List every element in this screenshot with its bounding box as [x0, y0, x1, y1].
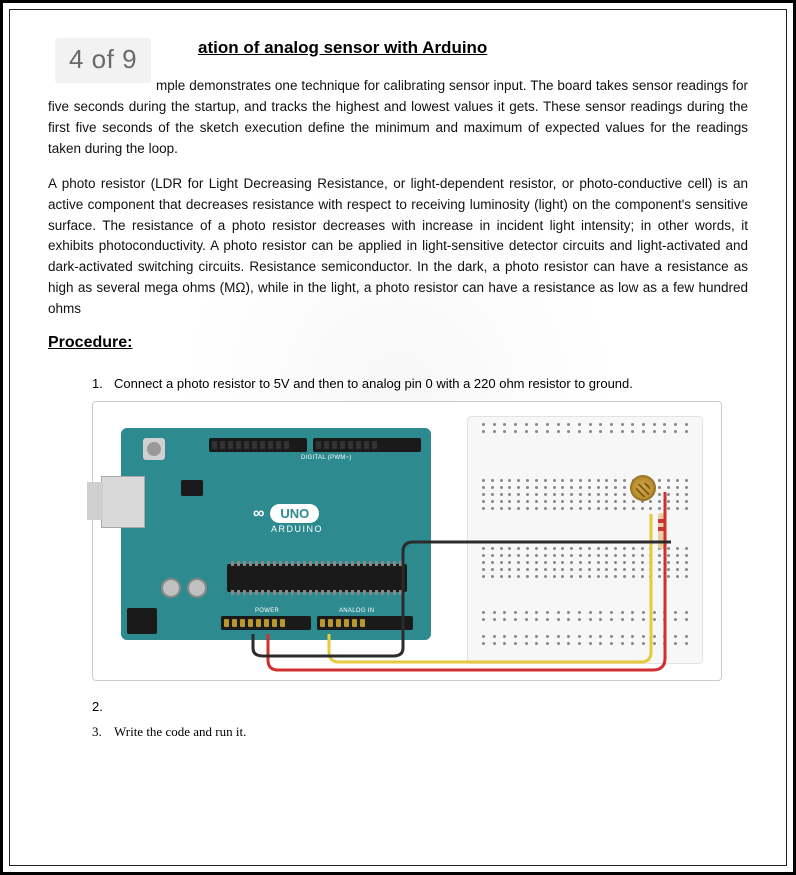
- reset-button-icon: [143, 438, 165, 460]
- capacitor-icon: [161, 578, 181, 598]
- uno-badge: UNO: [270, 504, 319, 523]
- arduino-board: DIGITAL (PWM~) ∞ UNO ARDUINO POWER ANALO…: [121, 428, 431, 640]
- breadboard-rail: [478, 423, 692, 445]
- procedure-step-3: 3. Write the code and run it.: [92, 724, 748, 740]
- step-number: 2.: [92, 699, 114, 714]
- power-pins: [221, 616, 311, 630]
- capacitors: [161, 578, 207, 598]
- procedure-list: 1. Connect a photo resistor to 5V and th…: [92, 376, 748, 391]
- procedure-step-2: 2.: [92, 699, 748, 714]
- infinity-icon: ∞: [253, 505, 264, 523]
- page-outer-frame: 4 of 9 ation of analog sensor with Ardui…: [0, 0, 796, 875]
- intro-paragraph-2: A photo resistor (LDR for Light Decreasi…: [48, 174, 748, 320]
- arduino-brand-text: ARDUINO: [271, 524, 323, 534]
- photoresistor-icon: [630, 475, 656, 501]
- analog-pins: [317, 616, 413, 630]
- page-inner-frame: 4 of 9 ation of analog sensor with Ardui…: [9, 9, 787, 866]
- capacitor-icon: [187, 578, 207, 598]
- icsp-header: [181, 480, 203, 496]
- page-indicator-badge: 4 of 9: [55, 38, 151, 83]
- step-text: Write the code and run it.: [114, 724, 748, 740]
- power-label: POWER: [255, 608, 279, 614]
- breadboard: [467, 416, 703, 664]
- step-number: 1.: [92, 376, 114, 391]
- digital-pins-left: [209, 438, 307, 452]
- atmega-chip: [227, 564, 407, 592]
- procedure-heading: Procedure:: [48, 334, 748, 352]
- procedure-step-1: 1. Connect a photo resistor to 5V and th…: [92, 376, 748, 391]
- usb-connector: [87, 482, 103, 520]
- intro-paragraph-1: mple demonstrates one technique for cali…: [48, 76, 748, 160]
- uno-logo-row: ∞ UNO: [253, 504, 319, 523]
- step-text: [114, 699, 748, 714]
- breadboard-rail: [478, 611, 692, 633]
- step-number: 3.: [92, 724, 114, 740]
- digital-pins-right: [313, 438, 421, 452]
- digital-label: DIGITAL (PWM~): [301, 455, 352, 461]
- power-jack: [127, 608, 157, 634]
- analog-label: ANALOG IN: [339, 608, 374, 614]
- resistor-icon: [658, 513, 666, 549]
- circuit-diagram: DIGITAL (PWM~) ∞ UNO ARDUINO POWER ANALO…: [92, 401, 722, 681]
- procedure-list-cont: 2. 3. Write the code and run it.: [92, 699, 748, 740]
- content-area: ation of analog sensor with Arduino mple…: [48, 38, 748, 740]
- breadboard-strip: [478, 547, 692, 603]
- breadboard-rail: [478, 635, 692, 657]
- step-text: Connect a photo resistor to 5V and then …: [114, 376, 748, 391]
- document-title: ation of analog sensor with Arduino: [198, 38, 748, 58]
